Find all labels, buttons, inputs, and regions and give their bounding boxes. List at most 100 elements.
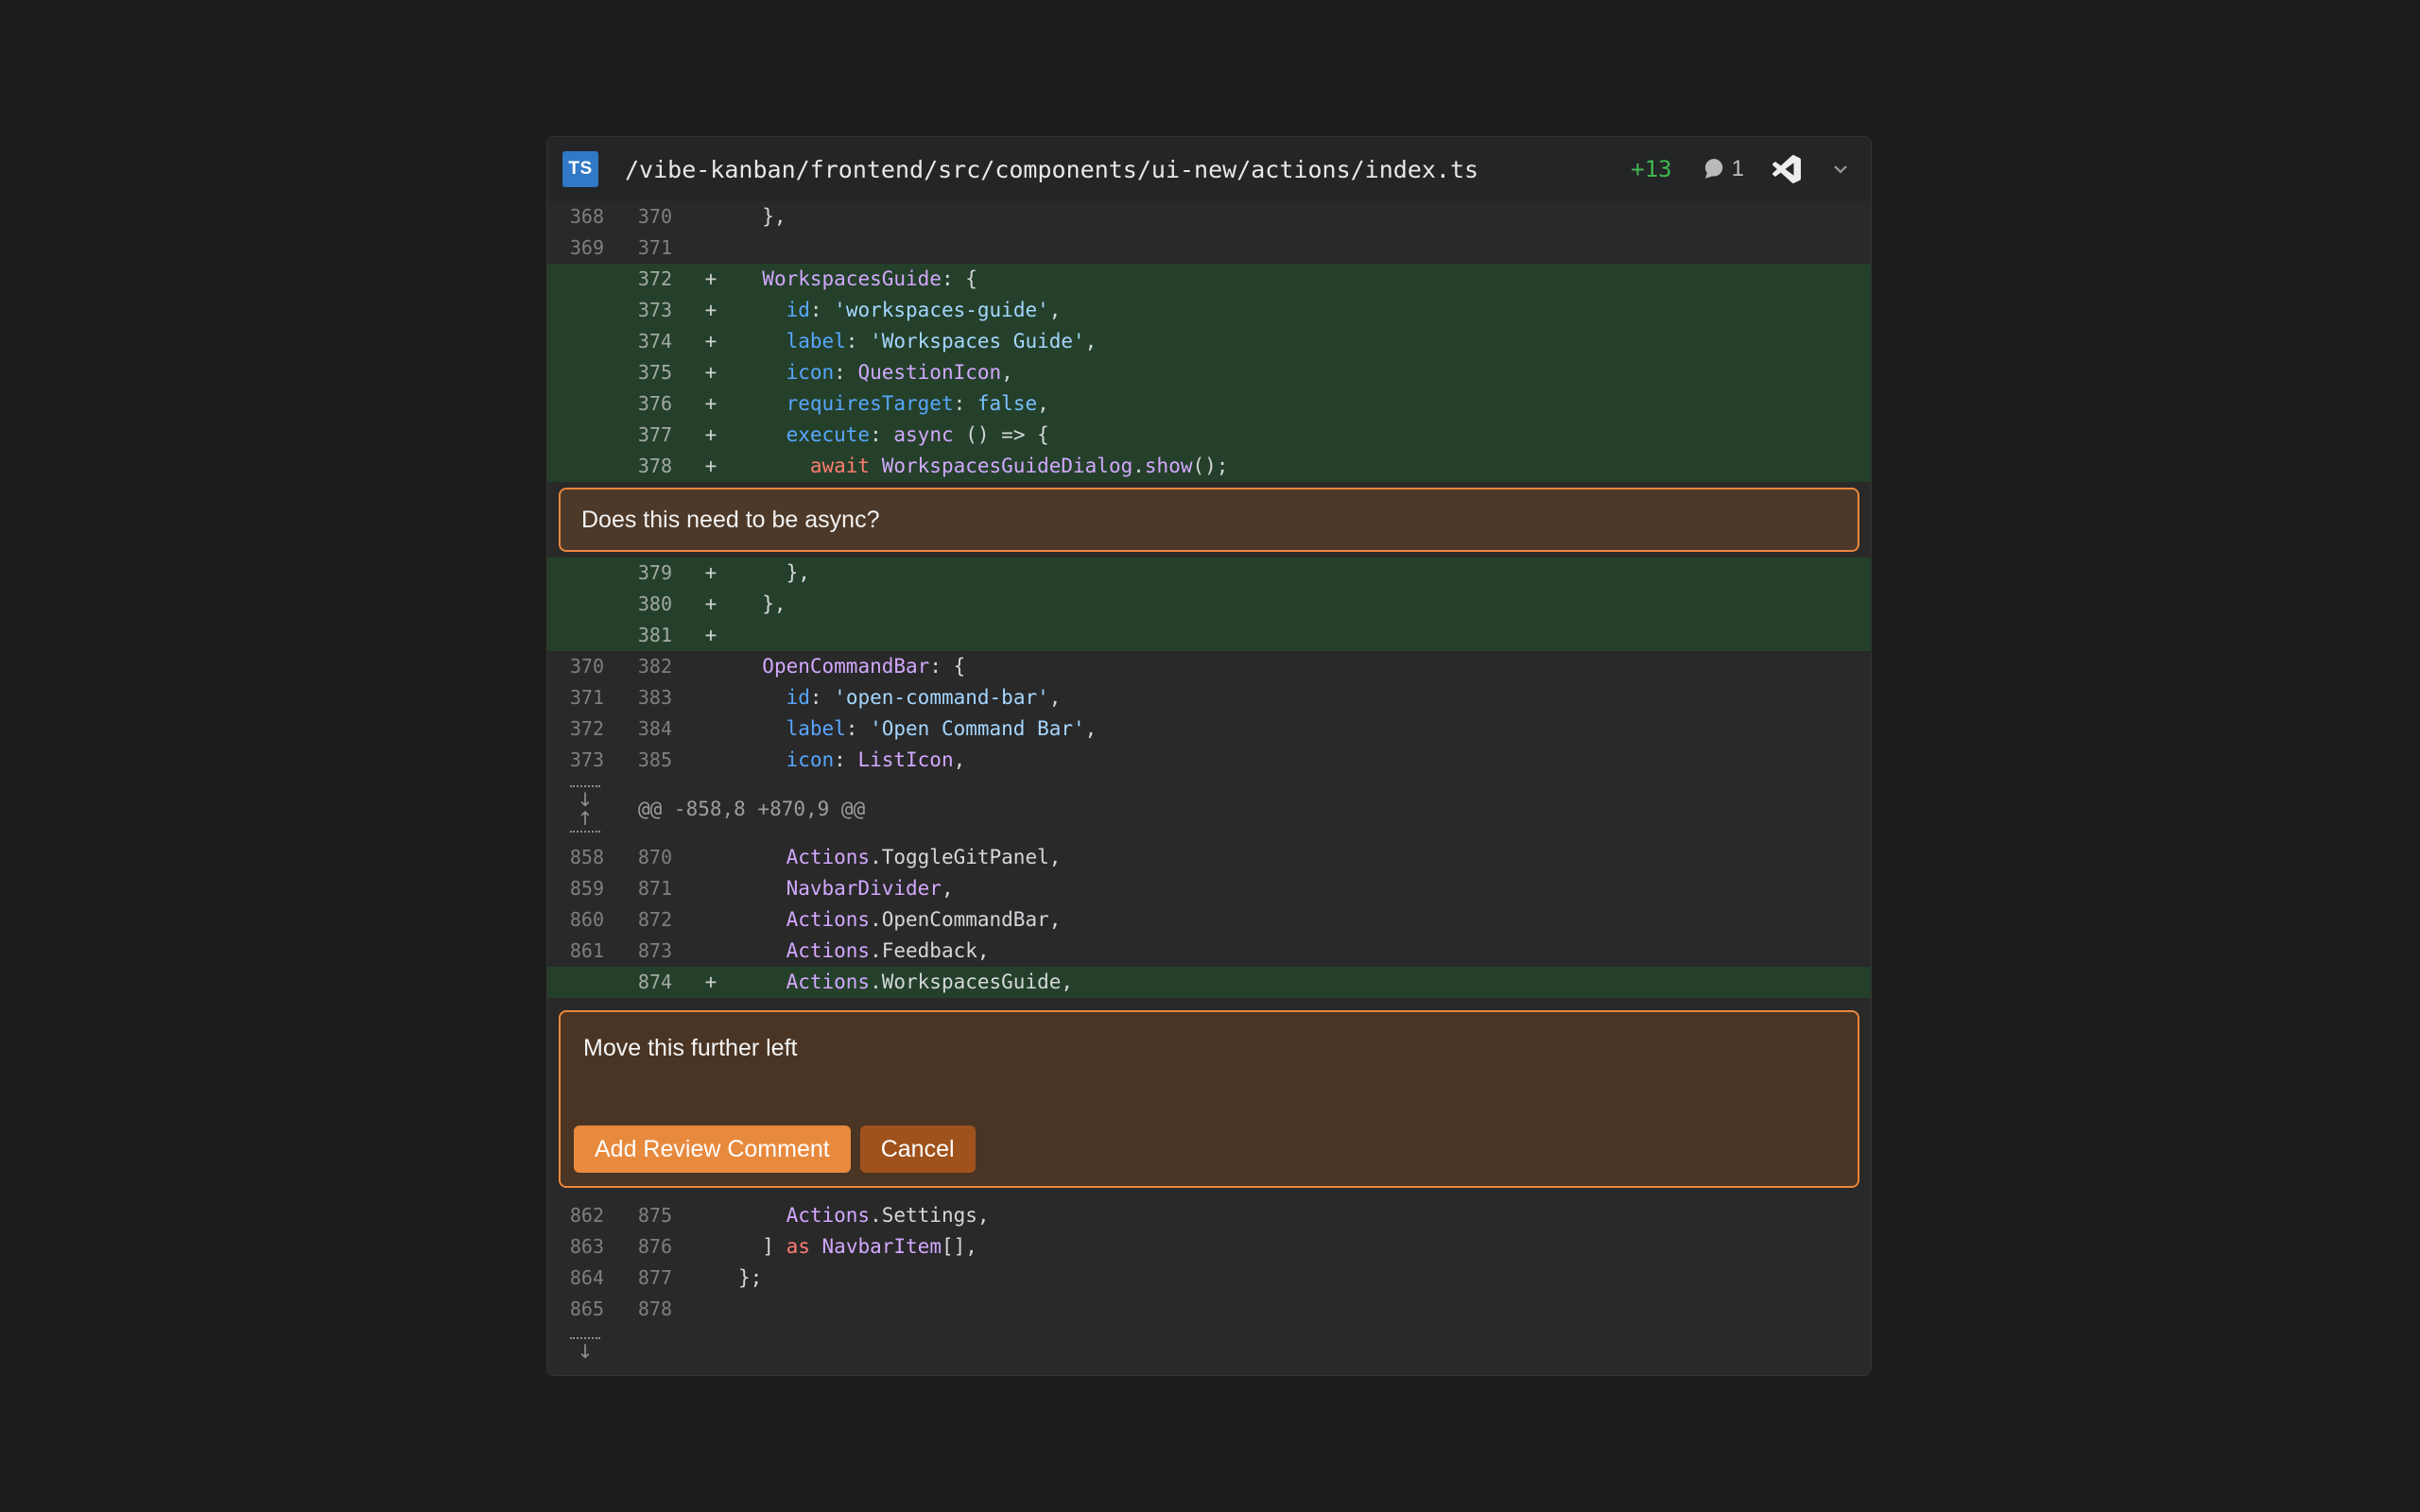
- comment-count[interactable]: 1: [1701, 156, 1744, 182]
- diff-line[interactable]: 372 384 label: 'Open Command Bar',: [547, 713, 1871, 745]
- diff-line[interactable]: 874 + Actions.WorkspacesGuide,: [547, 967, 1871, 998]
- open-in-vscode-icon[interactable]: [1772, 155, 1801, 183]
- diff-sign: +: [704, 392, 717, 415]
- collapse-chevron-icon[interactable]: [1829, 158, 1852, 180]
- old-line-number: [547, 326, 615, 357]
- diff-line[interactable]: 375 + icon: QuestionIcon,: [547, 357, 1871, 388]
- code-block: 862 875 Actions.Settings, 863 876 ] as Navb…: [547, 1200, 1871, 1325]
- diff-line[interactable]: 861 873 Actions.Feedback,: [547, 936, 1871, 967]
- dotted-line: [570, 1337, 600, 1339]
- diff-sign: +: [704, 624, 717, 646]
- code-text: execute: async () => {: [786, 423, 1049, 446]
- new-line-number: 373: [637, 299, 672, 321]
- diff-sign: +: [704, 361, 717, 384]
- diff-sign: +: [704, 455, 717, 477]
- diff-line[interactable]: 368 370 },: [547, 201, 1871, 232]
- comment-bubble-icon: [1701, 157, 1725, 181]
- diff-line[interactable]: 378 + await WorkspacesGuideDialog.show();: [547, 451, 1871, 482]
- cancel-button[interactable]: Cancel: [859, 1125, 976, 1173]
- diff-line[interactable]: 859 871 NavbarDivider,: [547, 873, 1871, 904]
- diff-line[interactable]: 379 + },: [547, 558, 1871, 589]
- diff-line[interactable]: 380 + },: [547, 589, 1871, 620]
- expand-bottom-row: ↓: [547, 1325, 1871, 1370]
- code-text: icon: ListIcon,: [786, 748, 966, 771]
- diff-line[interactable]: 370 382 OpenCommandBar: {: [547, 651, 1871, 682]
- old-line-number: [547, 357, 615, 388]
- code-text: Actions.Feedback,: [786, 939, 990, 962]
- diff-line[interactable]: 862 875 Actions.Settings,: [547, 1200, 1871, 1231]
- add-review-comment-button[interactable]: Add Review Comment: [574, 1125, 851, 1173]
- diff-line[interactable]: 373 + id: 'workspaces-guide',: [547, 295, 1871, 326]
- diff-line[interactable]: 372 + WorkspacesGuide: {: [547, 264, 1871, 295]
- new-line-number: 379: [637, 561, 672, 584]
- code-text: id: 'open-command-bar',: [786, 686, 1062, 709]
- diff-panel: TS /vibe-kanban/frontend/src/components/…: [546, 136, 1872, 1376]
- comment-editor: Move this further left Add Review Comment…: [559, 1010, 1859, 1188]
- expand-controls: ↓: [559, 1334, 612, 1361]
- diff-line[interactable]: 865 878: [547, 1294, 1871, 1325]
- code-text: Actions.Settings,: [786, 1204, 990, 1227]
- new-line-number: 877: [637, 1266, 672, 1289]
- arrow-up-icon: ↑: [577, 807, 594, 830]
- diff-sign: [683, 1231, 738, 1263]
- code-block: 368 370 }, 369 371 372 + WorkspacesGuide: {37…: [547, 201, 1871, 482]
- diff-line[interactable]: 864 877};: [547, 1263, 1871, 1294]
- old-line-number: 372: [569, 717, 604, 740]
- diff-line[interactable]: 860 872 Actions.OpenCommandBar,: [547, 904, 1871, 936]
- code-text: Actions.ToggleGitPanel,: [786, 846, 1062, 868]
- new-line-number: 873: [637, 939, 672, 962]
- diff-line[interactable]: 371 383 id: 'open-command-bar',: [547, 682, 1871, 713]
- code-text: OpenCommandBar: {: [762, 655, 966, 678]
- old-line-number: 863: [569, 1235, 604, 1258]
- old-line-number: 371: [569, 686, 604, 709]
- old-line-number: 861: [569, 939, 604, 962]
- diff-sign: [683, 713, 738, 745]
- code-block: 858 870 Actions.ToggleGitPanel, 859 871 Nav…: [547, 842, 1871, 998]
- new-line-number: 381: [637, 624, 672, 646]
- expand-down-button[interactable]: ↓: [570, 782, 600, 809]
- comment-input[interactable]: Move this further left: [574, 1025, 1844, 1125]
- old-line-number: 370: [569, 655, 604, 678]
- old-line-number: [547, 620, 615, 651]
- code-text: NavbarDivider,: [786, 877, 954, 900]
- code-text: id: 'workspaces-guide',: [786, 299, 1062, 321]
- diff-sign: [683, 904, 738, 936]
- diff-sign: [683, 873, 738, 904]
- code-text: ] as NavbarItem[],: [738, 1235, 977, 1258]
- expand-down-button[interactable]: ↓: [570, 1334, 600, 1361]
- old-line-number: 862: [569, 1204, 604, 1227]
- new-line-number: 384: [637, 717, 672, 740]
- old-line-number: 865: [569, 1297, 604, 1320]
- new-line-number: 378: [637, 455, 672, 477]
- expand-up-button[interactable]: ↑: [570, 809, 600, 835]
- dotted-line: [570, 831, 600, 833]
- diff-line[interactable]: 858 870 Actions.ToggleGitPanel,: [547, 842, 1871, 873]
- diff-line[interactable]: 369 371: [547, 232, 1871, 264]
- hunk-separator: ↓ ↑ @@ -858,8 +870,9 @@: [547, 776, 1871, 842]
- new-line-number: 875: [637, 1204, 672, 1227]
- code-text: Actions.OpenCommandBar,: [786, 908, 1062, 931]
- typescript-file-icon: TS: [562, 151, 598, 187]
- diff-line[interactable]: 374 + label: 'Workspaces Guide',: [547, 326, 1871, 357]
- old-line-number: [547, 967, 615, 998]
- new-line-number: 383: [637, 686, 672, 709]
- old-line-number: 864: [569, 1266, 604, 1289]
- diff-line[interactable]: 863 876 ] as NavbarItem[],: [547, 1231, 1871, 1263]
- code-text: };: [738, 1266, 763, 1289]
- code-text: WorkspacesGuide: {: [762, 267, 977, 290]
- diff-line[interactable]: 377 + execute: async () => {: [547, 420, 1871, 451]
- new-line-number: 371: [637, 236, 672, 259]
- editor-buttons: Add Review Comment Cancel: [574, 1125, 1844, 1173]
- code-block: 379 + }, 380 + }, 381 +370 382 OpenCommandBar:…: [547, 558, 1871, 776]
- old-line-number: [547, 264, 615, 295]
- diff-line[interactable]: 373 385 icon: ListIcon,: [547, 745, 1871, 776]
- diff-sign: [683, 201, 738, 232]
- new-line-number: 376: [637, 392, 672, 415]
- review-comment: Does this need to be async?: [559, 488, 1859, 552]
- diff-line[interactable]: 381 +: [547, 620, 1871, 651]
- new-line-number: 377: [637, 423, 672, 446]
- diff-line[interactable]: 376 + requiresTarget: false,: [547, 388, 1871, 420]
